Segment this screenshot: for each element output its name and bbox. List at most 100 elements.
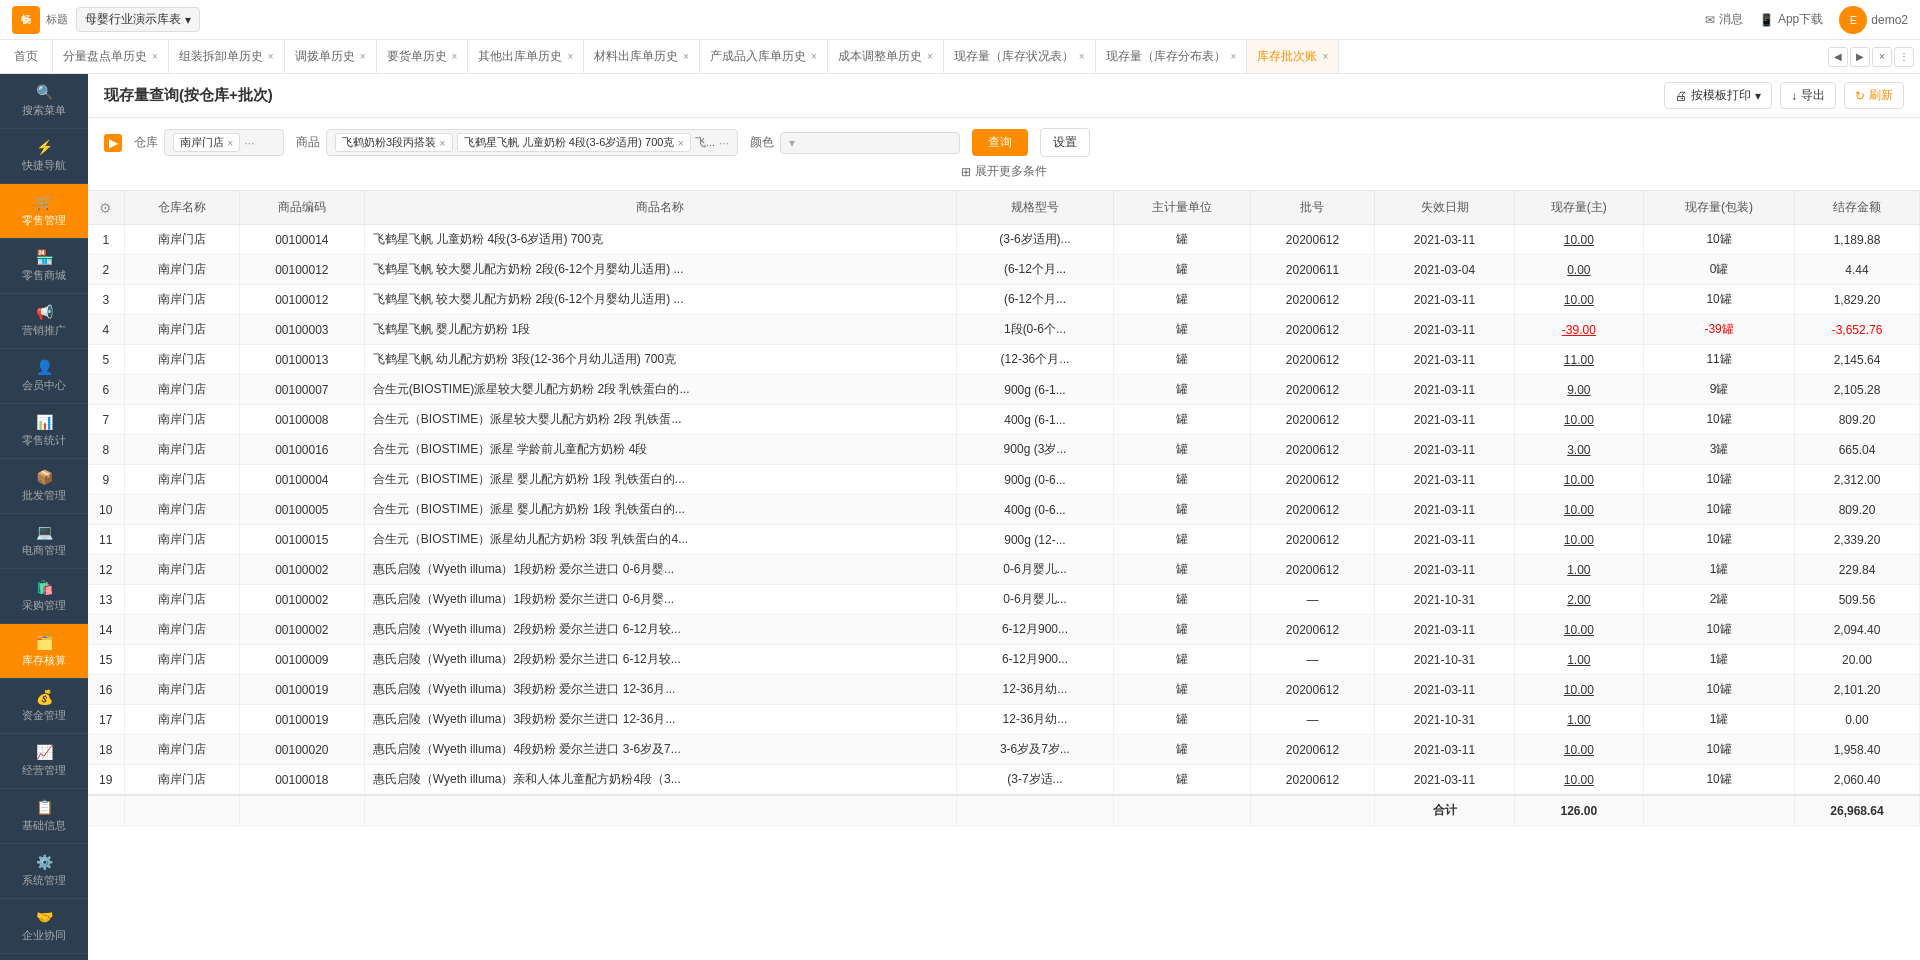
cell-amount: 1,189.88 — [1795, 225, 1920, 255]
tab-close-2[interactable]: × — [360, 51, 366, 62]
user-area[interactable]: E demo2 — [1839, 6, 1908, 34]
export-btn[interactable]: ↓ 导出 — [1780, 82, 1836, 109]
tab-close-10[interactable]: × — [1322, 51, 1328, 62]
org-selector[interactable]: 母婴行业演示库表 ▾ — [76, 7, 200, 32]
template-print-btn[interactable]: 🖨 按模板打印 ▾ — [1664, 82, 1772, 109]
sidebar-item-guide[interactable]: 🎯 新手引导 — [0, 954, 88, 960]
sidebar-item-wholesale[interactable]: 📦 批发管理 — [0, 459, 88, 514]
tab-item-6[interactable]: 产成品入库单历史 × — [700, 40, 828, 73]
cell-qty[interactable]: 10.00 — [1514, 765, 1644, 796]
logo-icon: 畅 — [12, 6, 40, 34]
tab-close-all-btn[interactable]: × — [1872, 47, 1892, 67]
sidebar-item-inventory[interactable]: 🗂️ 库存核算 — [0, 624, 88, 679]
tab-item-9[interactable]: 现存量（库存分布表） × — [1096, 40, 1248, 73]
cell-qty[interactable]: 10.00 — [1514, 495, 1644, 525]
cell-qty[interactable]: 3.00 — [1514, 435, 1644, 465]
tab-item-5[interactable]: 材料出库单历史 × — [584, 40, 700, 73]
cell-spec: 12-36月幼... — [957, 675, 1114, 705]
tab-close-3[interactable]: × — [452, 51, 458, 62]
cell-qty[interactable]: 2.00 — [1514, 585, 1644, 615]
search-btn[interactable]: 查询 — [972, 129, 1028, 156]
sidebar-item-retail-shop[interactable]: 🏪 零售商城 — [0, 239, 88, 294]
filter-warehouse: 仓库 南岸门店 × ··· — [134, 129, 284, 156]
sidebar-item-operations[interactable]: 📈 经营管理 — [0, 734, 88, 789]
cell-qty[interactable]: 10.00 — [1514, 405, 1644, 435]
expand-arrow-btn[interactable]: ▶ — [104, 134, 122, 152]
app-download-btn[interactable]: 📱 App下载 — [1759, 11, 1823, 28]
expand-conditions-btn[interactable]: ⊞ 展开更多条件 — [961, 163, 1047, 180]
warehouse-tag-box[interactable]: 南岸门店 × ··· — [164, 129, 284, 156]
table-row: 18 南岸门店 00100020 惠氏启陵（Wyeth illuma）4段奶粉 … — [88, 735, 1920, 765]
cell-amount: 2,101.20 — [1795, 675, 1920, 705]
sidebar-item-marketing[interactable]: 📢 营销推广 — [0, 294, 88, 349]
tab-menu-btn[interactable]: ⋮ — [1894, 47, 1914, 67]
warehouse-filter-dots[interactable]: ··· — [244, 136, 254, 150]
cell-qty[interactable]: 1.00 — [1514, 705, 1644, 735]
tab-close-1[interactable]: × — [268, 51, 274, 62]
warehouse-tag-close[interactable]: × — [227, 137, 233, 149]
sidebar-item-collab[interactable]: 🤝 企业协同 — [0, 899, 88, 954]
product-filter-dots[interactable]: ··· — [719, 136, 729, 150]
sidebar-item-purchase[interactable]: 🛍️ 采购管理 — [0, 569, 88, 624]
tab-item-10[interactable]: 库存批次账 × — [1247, 40, 1339, 73]
cell-batch: 20200612 — [1250, 225, 1375, 255]
cell-qty[interactable]: 1.00 — [1514, 645, 1644, 675]
cell-qty[interactable]: 10.00 — [1514, 615, 1644, 645]
tab-prev-btn[interactable]: ◀ — [1828, 47, 1848, 67]
cell-qty[interactable]: 11.00 — [1514, 345, 1644, 375]
product-tag-close-1[interactable]: × — [677, 137, 683, 149]
cell-qty[interactable]: 10.00 — [1514, 675, 1644, 705]
tab-next-btn[interactable]: ▶ — [1850, 47, 1870, 67]
cell-qty[interactable]: 10.00 — [1514, 285, 1644, 315]
page-area: 现存量查询(按仓库+批次) 🖨 按模板打印 ▾ ↓ 导出 ↻ 刷新 — [88, 74, 1920, 960]
cell-name: 合生元（BIOSTIME）派星幼儿配方奶粉 3段 乳铁蛋白的4... — [364, 525, 956, 555]
cell-qty[interactable]: 1.00 — [1514, 555, 1644, 585]
refresh-btn[interactable]: ↻ 刷新 — [1844, 82, 1904, 109]
tab-item-3[interactable]: 要货单历史 × — [377, 40, 469, 73]
cell-code: 00100019 — [239, 675, 364, 705]
sidebar-item-search[interactable]: 🔍 搜索菜单 — [0, 74, 88, 129]
sidebar-item-member[interactable]: 👤 会员中心 — [0, 349, 88, 404]
table-row: 3 南岸门店 00100012 飞鹤星飞帆 较大婴儿配方奶粉 2段(6-12个月… — [88, 285, 1920, 315]
sidebar-item-ecommerce[interactable]: 💻 电商管理 — [0, 514, 88, 569]
product-tag-box[interactable]: 飞鹤奶粉3段丙搭装 × 飞鹤星飞帆 儿童奶粉 4段(3-6岁适用) 700克 ×… — [326, 129, 738, 156]
tab-close-6[interactable]: × — [811, 51, 817, 62]
page-header-actions: 🖨 按模板打印 ▾ ↓ 导出 ↻ 刷新 — [1664, 82, 1904, 109]
cell-qty[interactable]: 10.00 — [1514, 735, 1644, 765]
tab-close-9[interactable]: × — [1231, 51, 1237, 62]
cell-qty[interactable]: 10.00 — [1514, 465, 1644, 495]
tab-home[interactable]: 首页 — [0, 40, 53, 73]
cell-expire: 2021-03-11 — [1375, 465, 1514, 495]
tab-close-0[interactable]: × — [152, 51, 158, 62]
tab-item-8[interactable]: 现存量（库存状况表） × — [944, 40, 1096, 73]
tab-item-7[interactable]: 成本调整单历史 × — [828, 40, 944, 73]
sidebar-item-basic-info[interactable]: 📋 基础信息 — [0, 789, 88, 844]
column-settings-icon[interactable]: ⚙ — [99, 200, 112, 216]
tab-item-0[interactable]: 分量盘点单历史 × — [53, 40, 169, 73]
tab-item-2[interactable]: 调拨单历史 × — [285, 40, 377, 73]
cell-qty[interactable]: -39.00 — [1514, 315, 1644, 345]
cell-qty[interactable]: 10.00 — [1514, 225, 1644, 255]
sidebar-item-finance[interactable]: 💰 资金管理 — [0, 679, 88, 734]
cell-qty[interactable]: 9.00 — [1514, 375, 1644, 405]
tab-close-7[interactable]: × — [927, 51, 933, 62]
nav-icon: ⚡ — [4, 139, 84, 155]
product-tag-close-0[interactable]: × — [439, 137, 445, 149]
tab-item-4[interactable]: 其他出库单历史 × — [468, 40, 584, 73]
sidebar-item-retail-mgmt[interactable]: 🛒 零售管理 — [0, 184, 88, 239]
tab-close-4[interactable]: × — [567, 51, 573, 62]
cell-batch: — — [1250, 645, 1375, 675]
tab-close-5[interactable]: × — [683, 51, 689, 62]
tab-close-8[interactable]: × — [1079, 51, 1085, 62]
cell-qty[interactable]: 0.00 — [1514, 255, 1644, 285]
setting-btn[interactable]: 设置 — [1040, 128, 1090, 157]
sidebar-item-retail-stats[interactable]: 📊 零售统计 — [0, 404, 88, 459]
col-settings[interactable]: ⚙ — [88, 191, 124, 225]
cell-qty[interactable]: 10.00 — [1514, 525, 1644, 555]
message-btn[interactable]: ✉ 消息 — [1705, 11, 1743, 28]
cell-unit: 罐 — [1113, 555, 1250, 585]
tab-item-1[interactable]: 组装拆卸单历史 × — [169, 40, 285, 73]
color-tag-box[interactable]: ▾ — [780, 132, 960, 154]
sidebar-item-nav[interactable]: ⚡ 快捷导航 — [0, 129, 88, 184]
sidebar-item-system[interactable]: ⚙️ 系统管理 — [0, 844, 88, 899]
